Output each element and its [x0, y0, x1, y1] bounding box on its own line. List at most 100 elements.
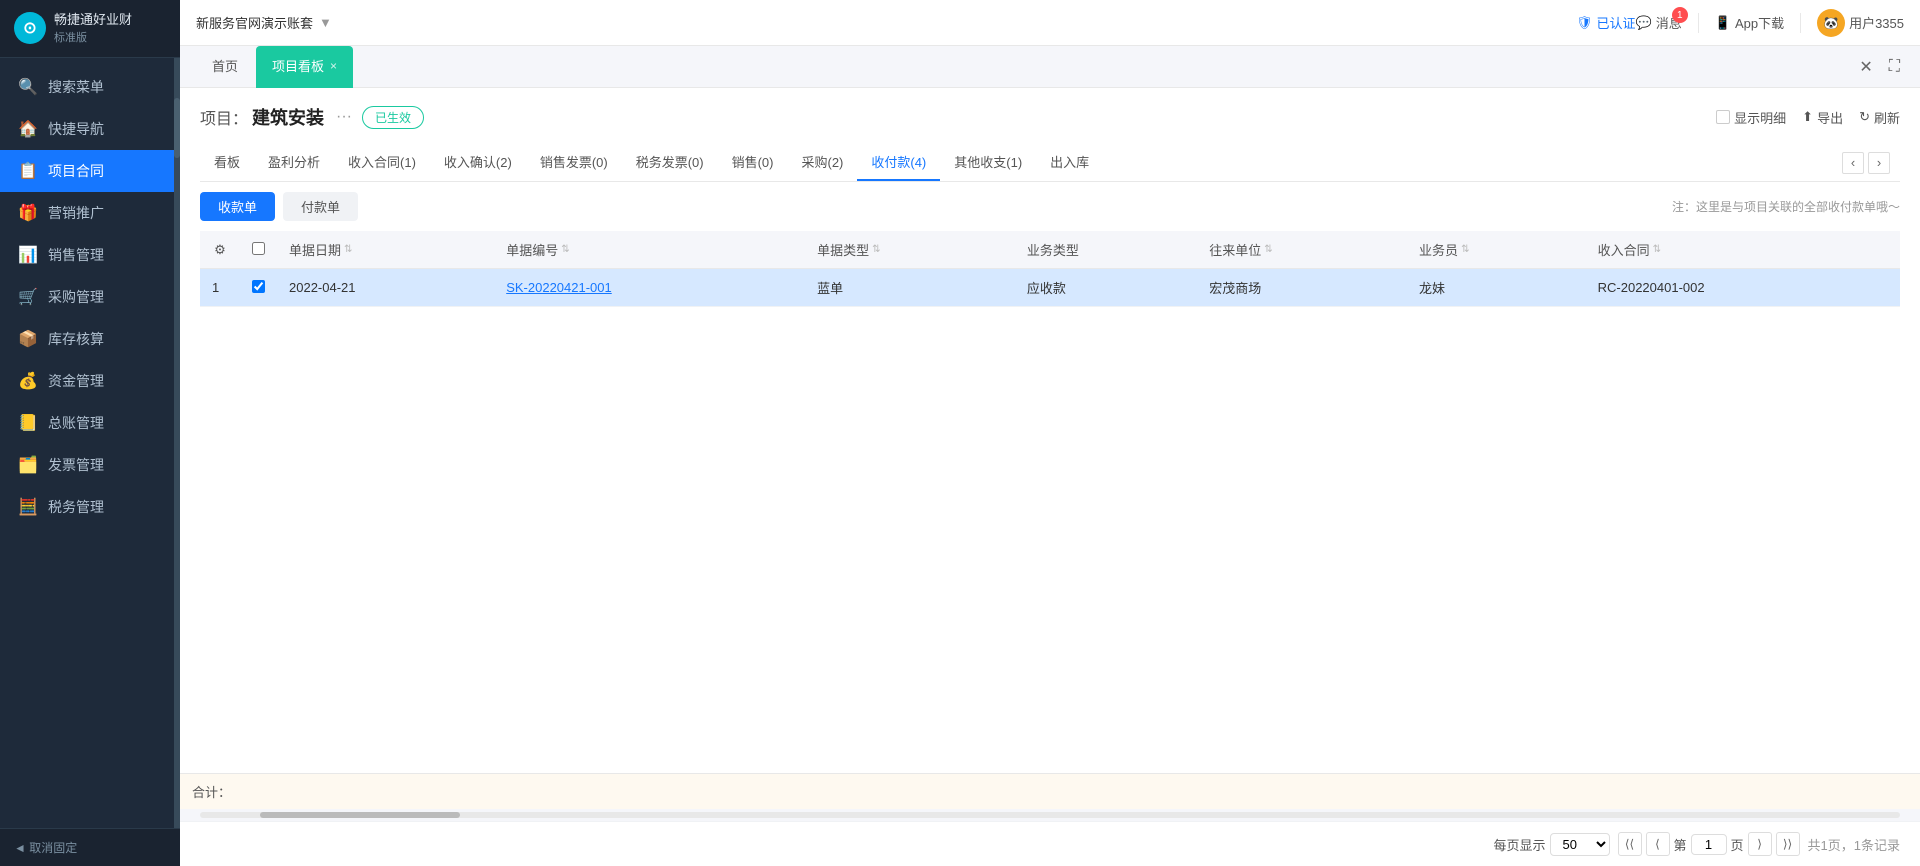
- tab-home[interactable]: 首页: [196, 46, 254, 88]
- col-header-number[interactable]: 单据编号⇅: [494, 231, 805, 269]
- project-title: 建筑安装: [252, 104, 324, 130]
- sub-tabs-next-button[interactable]: ›: [1868, 152, 1890, 174]
- sort-icon-contract: ⇅: [1653, 244, 1661, 255]
- settings-icon[interactable]: ⚙: [214, 242, 226, 257]
- pagination: 每页显示 50 100 ⟨⟨ ⟨ 第 页 ⟩ ⟩⟩ 共1页，1条记录: [180, 821, 1920, 866]
- sidebar-item-tax-mgmt[interactable]: 🧮税务管理: [0, 486, 174, 528]
- scrollbar-track[interactable]: [200, 812, 1900, 818]
- sub-tab-warehouse[interactable]: 出入库: [1036, 144, 1103, 181]
- select-all-checkbox[interactable]: [252, 242, 265, 255]
- user-menu[interactable]: 🐼 用户3355: [1817, 9, 1904, 37]
- app-title: 畅捷通好业财: [54, 12, 132, 29]
- project-contract-icon: 📋: [18, 161, 38, 181]
- col-header-date[interactable]: 单据日期⇅: [277, 231, 494, 269]
- row-salesman: 龙妹: [1407, 269, 1586, 307]
- sidebar-item-invoice-mgmt[interactable]: 🗂️发票管理: [0, 444, 174, 486]
- main-area: 新服务官网演示账套 ▼ 🛡 已认证 💬 消息 1 📱 App下载 🐼 用户335…: [180, 0, 1920, 866]
- show-detail-action[interactable]: 显示明细: [1716, 108, 1786, 127]
- close-window-button[interactable]: ✕: [1855, 53, 1876, 81]
- app-download-button[interactable]: 📱 App下载: [1715, 13, 1784, 32]
- export-button[interactable]: ⬆ 导出: [1802, 108, 1843, 127]
- inventory-icon: 📦: [18, 329, 38, 349]
- project-header-actions: 显示明细 ⬆ 导出 ↻ 刷新: [1716, 108, 1900, 127]
- sub-tab-income-contract[interactable]: 收入合同(1): [334, 144, 430, 181]
- sub-tabs-prev-button[interactable]: ‹: [1842, 152, 1864, 174]
- refresh-button[interactable]: ↻ 刷新: [1859, 108, 1900, 127]
- sub-tab-other-income[interactable]: 其他收支(1): [940, 144, 1036, 181]
- sidebar-item-purchase-mgmt[interactable]: 🛒采购管理: [0, 276, 174, 318]
- sidebar-item-fund-mgmt[interactable]: 💰资金管理: [0, 360, 174, 402]
- sub-tab-kanban[interactable]: 看板: [200, 144, 254, 181]
- sidebar-item-marketing[interactable]: 🎁营销推广: [0, 192, 174, 234]
- app-subtitle: 标准版: [54, 29, 132, 45]
- sidebar-unpin-button[interactable]: ◄ 取消固定: [0, 828, 180, 866]
- sidebar-item-quick-nav[interactable]: 🏠快捷导航: [0, 108, 174, 150]
- prev-page-button[interactable]: ⟨: [1646, 832, 1670, 856]
- sub-tab-sales-invoice[interactable]: 销售发票(0): [526, 144, 622, 181]
- first-page-button[interactable]: ⟨⟨: [1618, 832, 1642, 856]
- row-checkbox[interactable]: [240, 269, 277, 307]
- table-row[interactable]: 1 2022-04-21 SK-20220421-001 蓝单 应收款 宏茂商场…: [200, 269, 1900, 307]
- record-number-link[interactable]: SK-20220421-001: [506, 280, 612, 295]
- sort-icon-type: ⇅: [872, 244, 880, 255]
- sub-tab-profit[interactable]: 盈利分析: [254, 144, 334, 181]
- scrollbar-thumb[interactable]: [260, 812, 460, 818]
- topbar-dropdown-icon[interactable]: ▼: [319, 15, 332, 30]
- table-hint: 注：这里是与项目关联的全部收付款单哦～: [1672, 198, 1900, 215]
- maximize-button[interactable]: ⛶: [1885, 53, 1904, 81]
- table-wrapper[interactable]: ⚙单据日期⇅单据编号⇅单据类型⇅业务类型往来单位⇅业务员⇅收入合同⇅ 1 202…: [200, 231, 1900, 773]
- page-content: 项目： 建筑安装 ··· 已生效 显示明细 ⬆ 导出 ↻ 刷新: [180, 88, 1920, 773]
- sidebar-item-sales-mgmt[interactable]: 📊销售管理: [0, 234, 174, 276]
- sub-tab-sales[interactable]: 销售(0): [718, 144, 788, 181]
- topbar-right: 💬 消息 1 📱 App下载 🐼 用户3355: [1636, 9, 1904, 37]
- sort-icon-salesman: ⇅: [1461, 244, 1469, 255]
- quick-nav-icon: 🏠: [18, 119, 38, 139]
- sub-tab-income-confirm[interactable]: 收入确认(2): [430, 144, 526, 181]
- inner-tab-payment-bill[interactable]: 付款单: [283, 192, 358, 221]
- sidebar-item-ledger-mgmt[interactable]: 📒总账管理: [0, 402, 174, 444]
- last-page-button[interactable]: ⟩⟩: [1776, 832, 1800, 856]
- sidebar-scrollbar[interactable]: [174, 58, 180, 828]
- inner-tab-receipt[interactable]: 收款单: [200, 192, 275, 221]
- row-type: 蓝单: [805, 269, 1015, 307]
- sort-icon-date: ⇅: [344, 244, 352, 255]
- sidebar-item-inventory[interactable]: 📦库存核算: [0, 318, 174, 360]
- page-size-select[interactable]: 50 100: [1550, 833, 1610, 856]
- tab-bar: 首页项目看板×✕⛶: [180, 46, 1920, 88]
- col-header-type[interactable]: 单据类型⇅: [805, 231, 1015, 269]
- sort-icon-partner: ⇅: [1264, 244, 1272, 255]
- col-header-partner[interactable]: 往来单位⇅: [1197, 231, 1407, 269]
- sub-tabs-arrows: ‹›: [1842, 152, 1890, 174]
- horizontal-scrollbar[interactable]: [180, 809, 1920, 821]
- col-header-salesman[interactable]: 业务员⇅: [1407, 231, 1586, 269]
- tab-project-board[interactable]: 项目看板×: [256, 46, 353, 88]
- row-index: 1: [200, 269, 240, 307]
- table-checkbox-header[interactable]: [240, 231, 277, 269]
- tab-bar-actions: ✕⛶: [1855, 53, 1904, 81]
- tab-close-icon[interactable]: ×: [330, 59, 337, 73]
- table-settings-header[interactable]: ⚙: [200, 231, 240, 269]
- message-button[interactable]: 💬 消息 1: [1636, 13, 1682, 32]
- show-detail-checkbox[interactable]: [1716, 110, 1730, 124]
- col-header-contract[interactable]: 收入合同⇅: [1586, 231, 1900, 269]
- page-size-selector[interactable]: 每页显示 50 100: [1493, 833, 1609, 856]
- export-icon: ⬆: [1802, 109, 1813, 125]
- row-number: SK-20220421-001: [494, 269, 805, 307]
- next-page-button[interactable]: ⟩: [1748, 832, 1772, 856]
- project-more-button[interactable]: ···: [336, 108, 352, 126]
- sort-icon-number: ⇅: [561, 244, 569, 255]
- fund-mgmt-icon: 💰: [18, 371, 38, 391]
- page-suffix: 页: [1731, 835, 1744, 854]
- table-footer: 合计：: [180, 773, 1920, 809]
- tax-mgmt-icon: 🧮: [18, 497, 38, 517]
- sub-tab-purchase[interactable]: 采购(2): [787, 144, 857, 181]
- message-badge: 1: [1672, 7, 1688, 23]
- ledger-mgmt-icon: 📒: [18, 413, 38, 433]
- sidebar-item-search[interactable]: 🔍搜索菜单: [0, 66, 174, 108]
- sidebar-item-project-contract[interactable]: 📋项目合同: [0, 150, 174, 192]
- sub-tab-tax-invoice[interactable]: 税务发票(0): [622, 144, 718, 181]
- row-date: 2022-04-21: [277, 269, 494, 307]
- topbar-project[interactable]: 新服务官网演示账套 ▼: [196, 13, 1560, 32]
- page-number-input[interactable]: [1691, 834, 1727, 855]
- sub-tab-payment[interactable]: 收付款(4): [857, 144, 940, 181]
